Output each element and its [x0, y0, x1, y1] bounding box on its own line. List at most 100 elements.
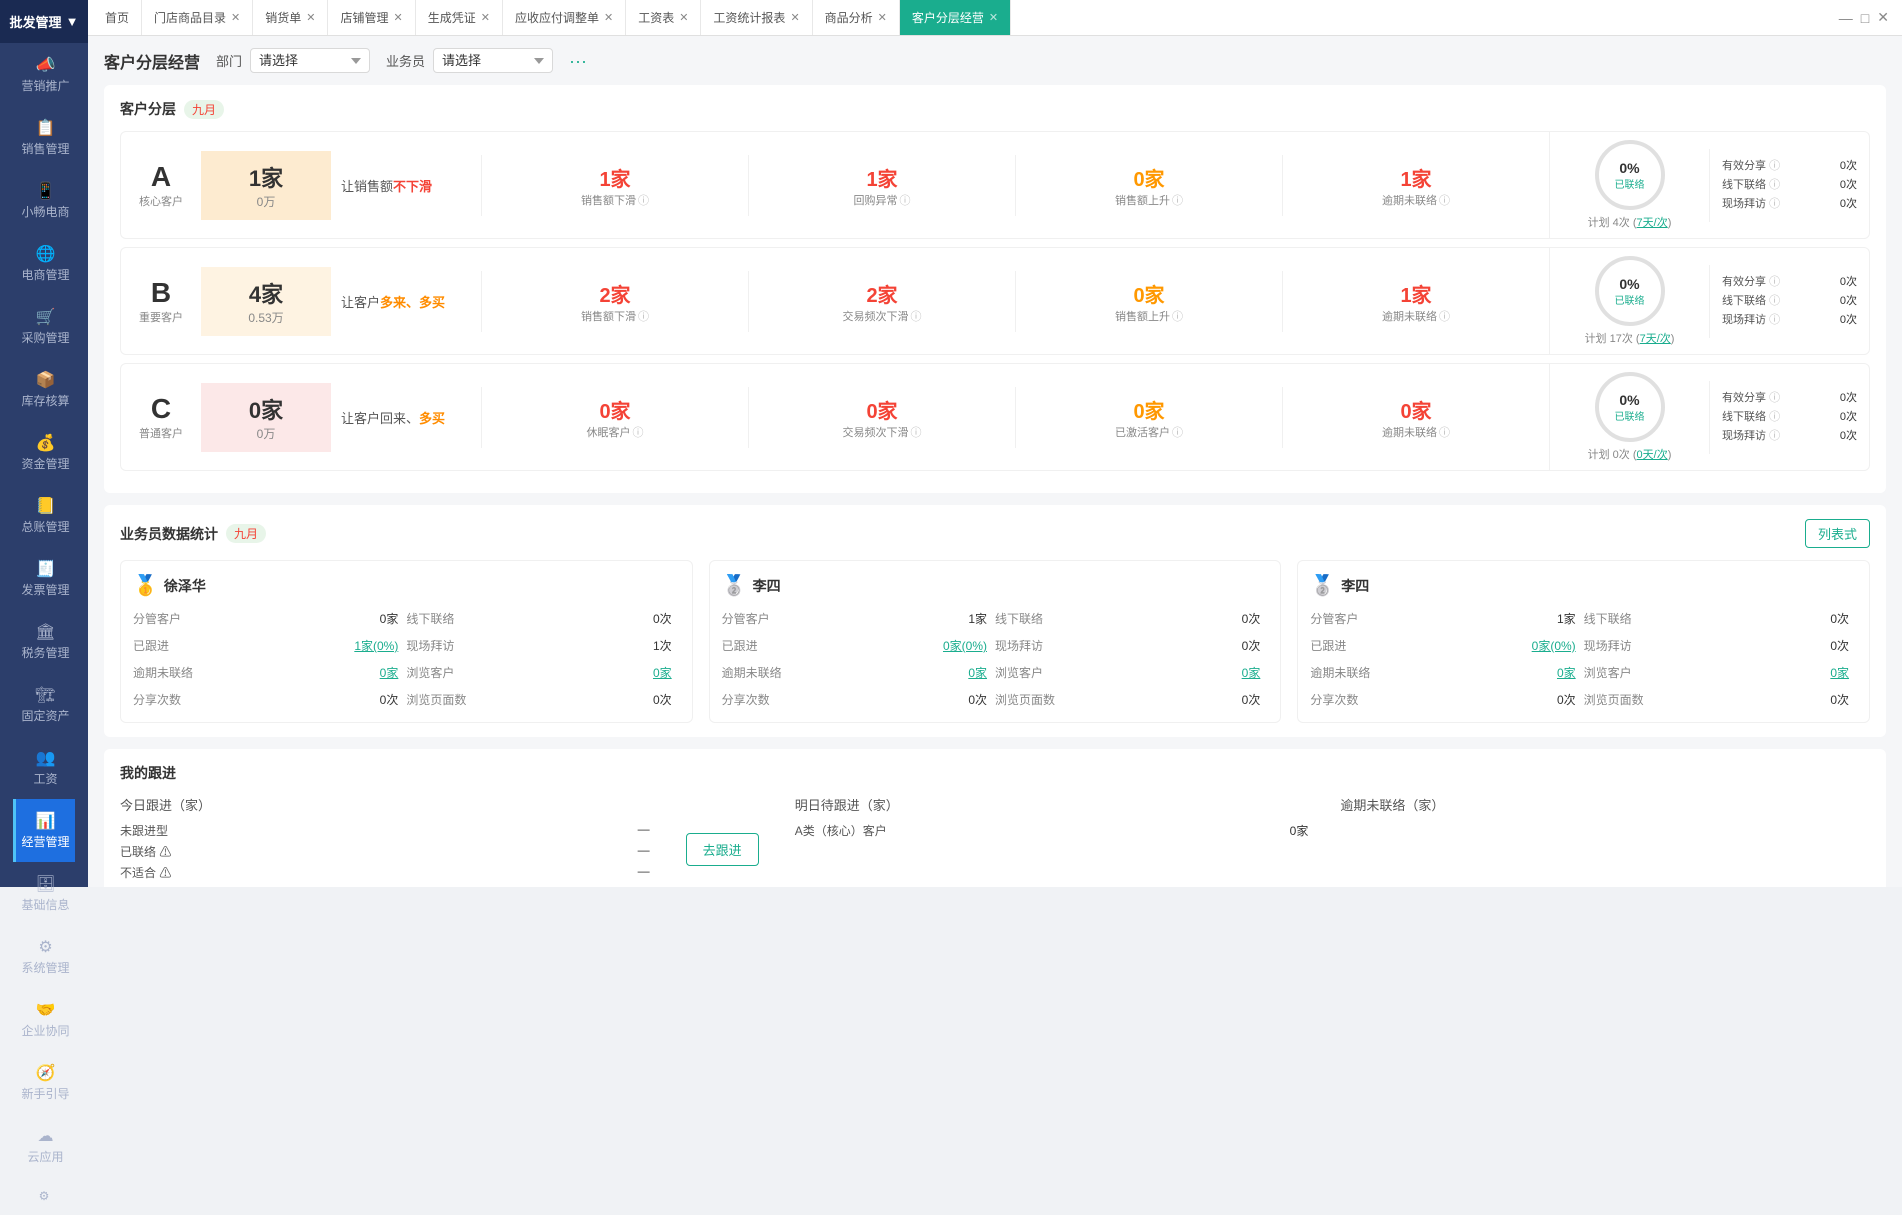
more-filter-icon[interactable]: ···	[569, 52, 587, 70]
sidebar-item-sales[interactable]: 📋销售管理	[13, 106, 74, 169]
stat-label: 交易频次下滑 ⓘ	[843, 424, 922, 440]
sidebar-settings[interactable]: ⚙	[0, 1177, 88, 1215]
sidebar-item-cloud[interactable]: ☁云应用	[13, 1114, 74, 1177]
tab-receivable[interactable]: 应收应付调整单✕	[503, 0, 626, 35]
tab-close-button[interactable]: ✕	[1877, 9, 1889, 26]
sidebar-item-ledger[interactable]: 📒总账管理	[13, 484, 74, 547]
tier-right-stats-a: 有效分享 ⓘ 0次 线下联络 ⓘ 0次 现场拜访 ⓘ 0次	[1709, 149, 1869, 222]
sidebar-icon-finance: 💰	[21, 433, 69, 453]
tab-minimize-button[interactable]: —	[1839, 10, 1853, 26]
info-icon[interactable]: ⓘ	[911, 424, 922, 440]
info-icon[interactable]: ⓘ	[1172, 192, 1183, 208]
tab-product-analysis[interactable]: 商品分析✕	[813, 0, 900, 35]
sidebar-item-invoice[interactable]: 🧾发票管理	[13, 547, 74, 610]
medal-icon-2: 🥈	[1310, 573, 1335, 598]
sidebar-icon-ledger: 📒	[21, 496, 69, 516]
stat-label: 销售额上升 ⓘ	[1115, 308, 1183, 324]
today-row-3: 下次安排 ⚠—	[120, 883, 650, 887]
tab-close-product-analysis[interactable]: ✕	[878, 11, 887, 24]
sidebar-label-hr: 工资	[33, 772, 57, 786]
tab-close-store-products[interactable]: ✕	[231, 11, 240, 24]
sidebar-item-ops[interactable]: 📊经营管理	[13, 799, 74, 862]
sidebar-item-ecommerce[interactable]: 🌐电商管理	[13, 232, 74, 295]
staff-name-text-0: 徐泽华	[164, 576, 206, 596]
tab-close-salary-report[interactable]: ✕	[790, 11, 799, 24]
tab-close-voucher[interactable]: ✕	[481, 11, 490, 24]
page-header: 客户分层经营 部门 请选择 业务员 请选择 ···	[104, 48, 1886, 73]
info-icon[interactable]: ⓘ	[638, 192, 649, 208]
tab-restore-button[interactable]: □	[1861, 10, 1869, 26]
sidebar-item-enterprise[interactable]: 🤝企业协同	[13, 988, 74, 1051]
right-stat-val: 0次	[1840, 311, 1857, 327]
stat-label: 销售额下滑 ⓘ	[581, 192, 649, 208]
sidebar-label-xiaodian: 小畅电商	[21, 205, 69, 219]
today-row-1: 已联络 ⚠—	[120, 841, 650, 862]
tab-close-store-mgmt[interactable]: ✕	[394, 11, 403, 24]
tab-close-receivable[interactable]: ✕	[604, 11, 613, 24]
stat-num: 0家	[866, 395, 897, 424]
sidebar-icon-base: 🗄	[21, 874, 69, 894]
sidebar-label-fixedasset: 固定资产	[21, 709, 69, 723]
tab-sales-order[interactable]: 销货单✕	[253, 0, 328, 35]
tab-store-products[interactable]: 门店商品目录 ✕	[142, 0, 253, 35]
staff0-stat-5: 浏览客户 0家	[406, 662, 679, 683]
tier-b-stat-3: 1家 逾期未联络 ⓘ	[1282, 271, 1549, 332]
tier-a-stat-2: 0家 销售额上升 ⓘ	[1015, 155, 1282, 216]
right-stat-2: 现场拜访 ⓘ 0次	[1722, 311, 1857, 327]
info-icon[interactable]: ⓘ	[1439, 308, 1450, 324]
info-icon[interactable]: ⓘ	[638, 308, 649, 324]
info-icon[interactable]: ⓘ	[1439, 192, 1450, 208]
sidebar-label-sales: 销售管理	[21, 142, 69, 156]
goto-followup-button[interactable]: 去跟进	[686, 833, 759, 866]
sidebar-item-fixedasset[interactable]: 🏗固定资产	[13, 673, 74, 736]
sidebar-item-system[interactable]: ⚙系统管理	[13, 925, 74, 988]
info-icon[interactable]: ⓘ	[1172, 308, 1183, 324]
info-icon[interactable]: ⓘ	[1439, 424, 1450, 440]
info-icon[interactable]: ⓘ	[900, 192, 911, 208]
tab-voucher[interactable]: 生成凭证✕	[416, 0, 503, 35]
dept-select[interactable]: 请选择	[250, 48, 370, 73]
right-stat-val: 0次	[1840, 157, 1857, 173]
sidebar-item-guide[interactable]: 🧭新手引导	[13, 1051, 74, 1114]
followup-grid: 今日跟进（家） 未跟进型—已联络 ⚠—不适合 ⚠—下次安排 ⚠— 去跟进 明日待…	[120, 795, 1870, 887]
sidebar-item-purchase[interactable]: 🛒采购管理	[13, 295, 74, 358]
tier-b-stat-2: 0家 销售额上升 ⓘ	[1015, 271, 1282, 332]
staff-select[interactable]: 请选择	[433, 48, 553, 73]
tab-label-store-products: 门店商品目录	[154, 9, 226, 26]
sidebar-label-cloud: 云应用	[27, 1150, 63, 1164]
tab-close-salary-table[interactable]: ✕	[679, 11, 688, 24]
tier-row-b: B 重要客户 4家 0.53万 让客户多来、多买 2家 销售额下滑 ⓘ 2家 交…	[120, 247, 1870, 355]
tab-salary-table[interactable]: 工资表✕	[626, 0, 701, 35]
right-stat-val: 0次	[1840, 427, 1857, 443]
tab-store-mgmt[interactable]: 店铺管理✕	[328, 0, 415, 35]
staff2-stat-0: 分管客户 1家	[1310, 608, 1583, 629]
sidebar-item-finance[interactable]: 💰资金管理	[13, 421, 74, 484]
info-icon[interactable]: ⓘ	[911, 308, 922, 324]
list-view-button[interactable]: 列表式	[1805, 519, 1870, 548]
tab-salary-report[interactable]: 工资统计报表✕	[701, 0, 812, 35]
tab-customer-tier[interactable]: 客户分层经营✕	[900, 0, 1011, 35]
tab-close-customer-tier[interactable]: ✕	[989, 11, 998, 24]
stat-num: 1家	[1400, 279, 1431, 308]
page-title: 客户分层经营	[104, 49, 200, 73]
followup-section: 我的跟进 今日跟进（家） 未跟进型—已联络 ⚠—不适合 ⚠—下次安排 ⚠— 去跟…	[104, 749, 1886, 887]
stat-label: 销售额上升 ⓘ	[1115, 192, 1183, 208]
sidebar-label-inventory: 库存核算	[21, 394, 69, 408]
sidebar-logo-text: 批发管理	[10, 12, 62, 31]
sidebar-logo[interactable]: 批发管理 ▼	[0, 0, 88, 43]
sidebar-item-marketing[interactable]: 📣营销推广	[13, 43, 74, 106]
tomorrow-followup-col: 明日待跟进（家） A类（核心）客户0家	[779, 795, 1325, 887]
right-stat-0: 有效分享 ⓘ 0次	[1722, 157, 1857, 173]
customer-tier-title: 客户分层 九月	[120, 99, 1870, 119]
sidebar-item-tax[interactable]: 🏛税务管理	[13, 610, 74, 673]
right-stat-val: 0次	[1840, 195, 1857, 211]
contact-circle: 0% 已联络	[1595, 140, 1665, 210]
info-icon[interactable]: ⓘ	[633, 424, 644, 440]
sidebar-item-inventory[interactable]: 📦库存核算	[13, 358, 74, 421]
sidebar-item-xiaodian[interactable]: 📱小畅电商	[13, 169, 74, 232]
sidebar-item-base[interactable]: 🗄基础信息	[13, 862, 74, 925]
info-icon[interactable]: ⓘ	[1172, 424, 1183, 440]
sidebar-item-hr[interactable]: 👥工资	[13, 736, 74, 799]
tab-home[interactable]: 首页	[93, 0, 142, 35]
tab-close-sales-order[interactable]: ✕	[306, 11, 315, 24]
